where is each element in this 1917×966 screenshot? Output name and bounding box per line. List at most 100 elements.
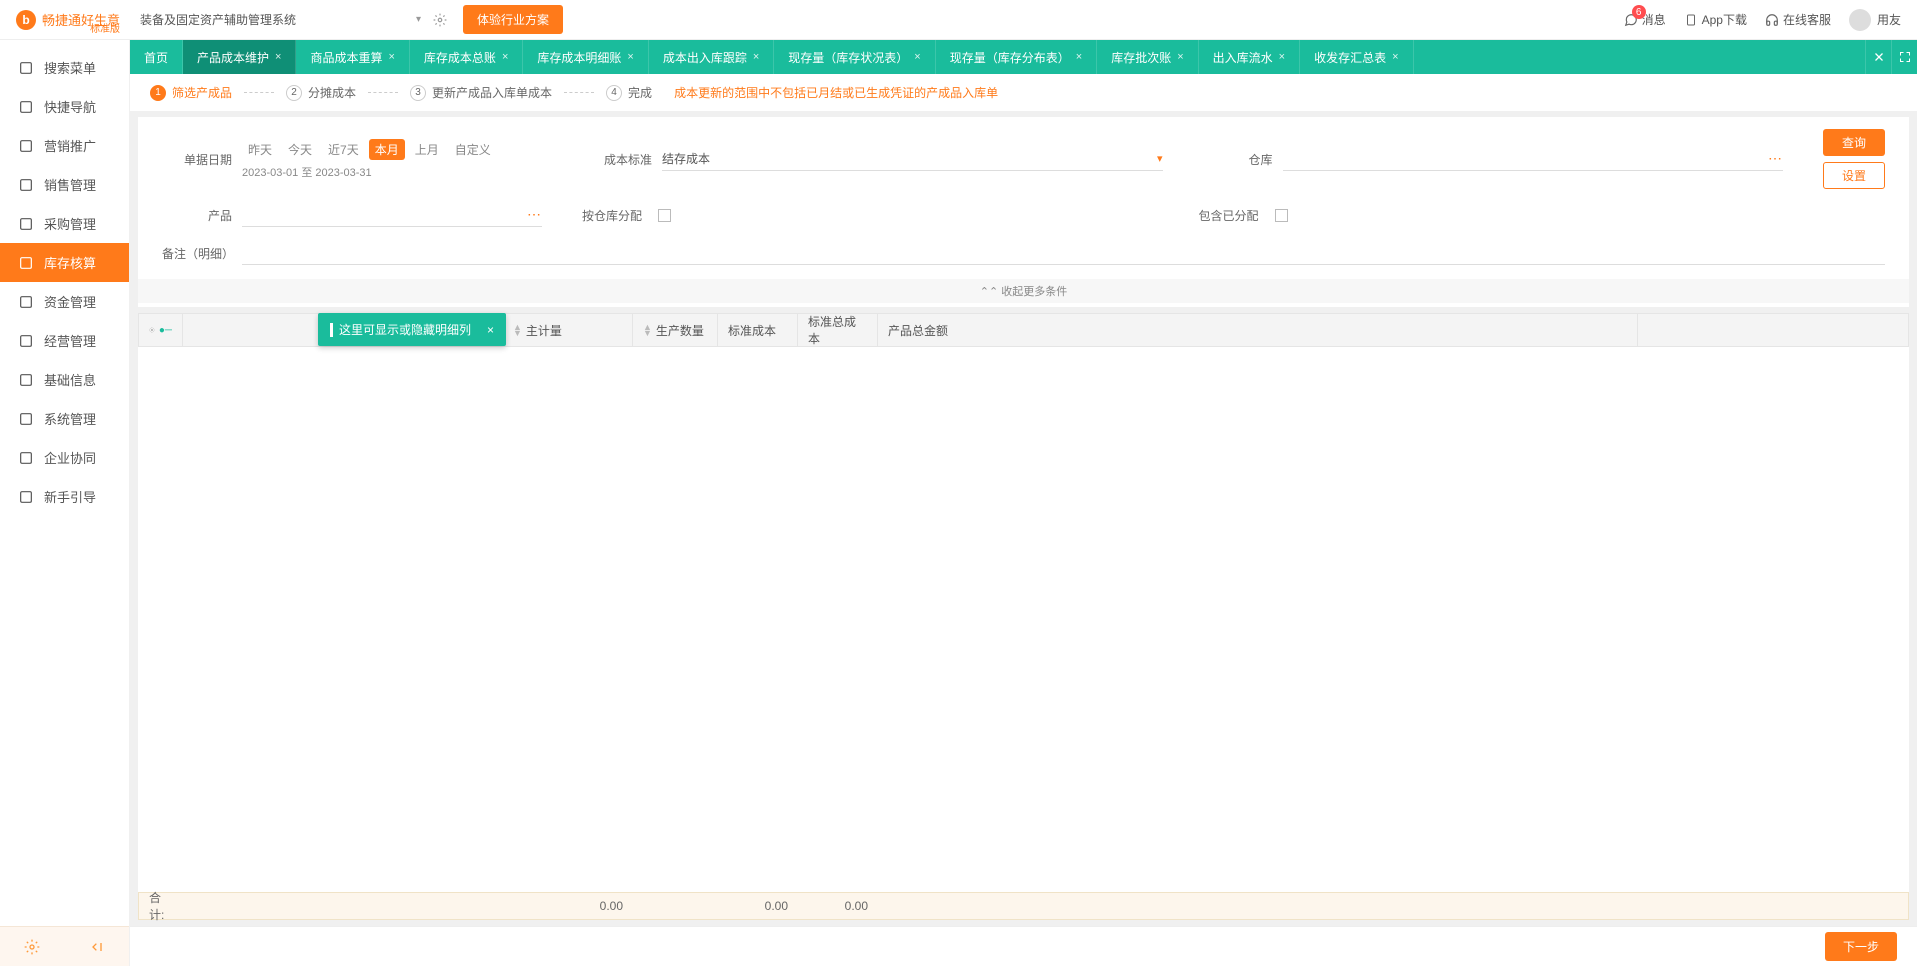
user-menu[interactable]: 用友 xyxy=(1849,9,1901,31)
tab-4[interactable]: 库存成本明细账 × xyxy=(523,40,648,74)
support-link[interactable]: 在线客服 xyxy=(1765,11,1831,28)
date-preset-5[interactable]: 自定义 xyxy=(449,139,497,160)
settings-icon[interactable] xyxy=(24,939,40,955)
toggle-icon: ●─ xyxy=(159,325,172,336)
step-divider xyxy=(368,92,398,93)
sidebar-item-label: 库存核算 xyxy=(44,253,96,272)
fullscreen-icon[interactable] xyxy=(1891,40,1917,74)
collapse-sidebar-icon[interactable] xyxy=(89,939,105,955)
close-tab-icon[interactable]: × xyxy=(502,51,508,63)
column-header-0[interactable]: ▲▼ 主计量 xyxy=(503,314,633,346)
sidebar-item-4[interactable]: 采购管理 xyxy=(0,204,129,243)
close-tab-icon[interactable]: × xyxy=(627,51,633,63)
column-header-1[interactable]: ▲▼ 生产数量 xyxy=(633,314,718,346)
sidebar-icon xyxy=(18,294,34,310)
close-popover-icon[interactable]: × xyxy=(487,323,494,337)
tab-label: 出入库流水 xyxy=(1213,49,1273,66)
tab-0[interactable]: 首页 xyxy=(130,40,183,74)
tab-10[interactable]: 收发存汇总表 × xyxy=(1300,40,1413,74)
date-preset-2[interactable]: 近7天 xyxy=(322,139,365,160)
close-all-tabs-icon[interactable] xyxy=(1865,40,1891,74)
column-label: 主计量 xyxy=(526,322,562,339)
step-warning-text: 成本更新的范围中不包括已月结或已生成凭证的产成品入库单 xyxy=(674,84,998,101)
settings-button[interactable]: 设置 xyxy=(1823,162,1885,189)
close-tab-icon[interactable]: × xyxy=(388,51,394,63)
sidebar-item-0[interactable]: 搜索菜单 xyxy=(0,48,129,87)
filter-panel: 单据日期 昨天今天近7天本月上月自定义 2023-03-01 至 2023-03… xyxy=(138,117,1909,307)
system-selector[interactable]: 装备及固定资产辅助管理系统 ▾ xyxy=(140,11,447,28)
sidebar-item-2[interactable]: 营销推广 xyxy=(0,126,129,165)
close-tab-icon[interactable]: × xyxy=(753,51,759,63)
date-presets: 昨天今天近7天本月上月自定义 xyxy=(242,139,542,160)
date-preset-3[interactable]: 本月 xyxy=(369,139,405,160)
collapse-toggle[interactable]: ⌃⌃ 收起更多条件 xyxy=(138,279,1909,303)
messages-link[interactable]: 消息 6 xyxy=(1624,11,1666,28)
sidebar-item-label: 快捷导航 xyxy=(44,97,96,116)
column-label: 产品总金额 xyxy=(888,322,948,339)
step-indicator: 1筛选产成品2分摊成本3更新产成品入库单成本4完成成本更新的范围中不包括已月结或… xyxy=(130,74,1917,111)
tab-label: 库存成本明细账 xyxy=(537,49,621,66)
tab-3[interactable]: 库存成本总账× xyxy=(410,40,523,74)
sidebar-item-6[interactable]: 资金管理 xyxy=(0,282,129,321)
sort-icon[interactable]: ▲▼ xyxy=(643,324,652,336)
close-tab-icon[interactable]: × xyxy=(914,51,920,63)
headset-icon xyxy=(1765,13,1779,27)
close-tab-icon[interactable]: × xyxy=(1279,51,1285,63)
tab-5[interactable]: 成本出入库跟踪× xyxy=(649,40,774,74)
industry-plan-button[interactable]: 体验行业方案 xyxy=(463,5,563,34)
column-header-2[interactable]: 标准成本 xyxy=(718,314,798,346)
tab-7[interactable]: 现存量（库存分布表）× xyxy=(936,40,1097,74)
sidebar-item-9[interactable]: 系统管理 xyxy=(0,399,129,438)
remark-input[interactable] xyxy=(242,241,1885,265)
sidebar-item-10[interactable]: 企业协同 xyxy=(0,438,129,477)
column-header-3[interactable]: 标准总成本 xyxy=(798,314,878,346)
bottom-bar: 下一步 xyxy=(130,926,1917,966)
remark-label: 备注（明细） xyxy=(162,245,232,262)
user-label: 用友 xyxy=(1877,11,1901,28)
sidebar-item-3[interactable]: 销售管理 xyxy=(0,165,129,204)
next-button[interactable]: 下一步 xyxy=(1825,932,1897,961)
sort-icon[interactable]: ▲▼ xyxy=(513,324,522,336)
include-allocated-checkbox[interactable] xyxy=(1275,209,1288,222)
date-preset-1[interactable]: 今天 xyxy=(282,139,318,160)
tab-9[interactable]: 出入库流水 × xyxy=(1199,40,1300,74)
sidebar-item-5[interactable]: 库存核算 xyxy=(0,243,129,282)
sidebar-icon xyxy=(18,255,34,271)
column-label: 生产数量 xyxy=(656,322,704,339)
include-allocated-label: 包含已分配 xyxy=(1199,207,1259,224)
date-preset-4[interactable]: 上月 xyxy=(409,139,445,160)
warehouse-select[interactable]: ⋯ xyxy=(1283,147,1784,171)
sidebar-item-11[interactable]: 新手引导 xyxy=(0,477,129,516)
sidebar-item-label: 销售管理 xyxy=(44,175,96,194)
sidebar-item-label: 采购管理 xyxy=(44,214,96,233)
query-button[interactable]: 查询 xyxy=(1823,129,1885,156)
sidebar-icon xyxy=(18,411,34,427)
sidebar-icon xyxy=(18,138,34,154)
close-tab-icon[interactable]: × xyxy=(1392,51,1398,63)
column-config-header[interactable]: ●─ xyxy=(139,314,183,346)
messages-badge: 6 xyxy=(1632,5,1646,19)
tab-8[interactable]: 库存批次账 × xyxy=(1097,40,1198,74)
gear-icon[interactable] xyxy=(433,13,447,27)
sidebar-item-8[interactable]: 基础信息 xyxy=(0,360,129,399)
more-icon: ⋯ xyxy=(527,206,542,223)
sidebar-item-7[interactable]: 经营管理 xyxy=(0,321,129,360)
app-download-label: App下载 xyxy=(1702,11,1747,28)
close-tab-icon[interactable]: × xyxy=(275,51,281,63)
tab-label: 收发存汇总表 xyxy=(1314,49,1386,66)
alloc-by-wh-checkbox[interactable] xyxy=(658,209,671,222)
column-header-4[interactable]: 产品总金额 xyxy=(878,314,1638,346)
tab-1[interactable]: 产品成本维护× xyxy=(183,40,296,74)
product-select[interactable]: ⋯ xyxy=(242,203,542,227)
sidebar-item-1[interactable]: 快捷导航 xyxy=(0,87,129,126)
data-table: ●─ ▲▼主计量▲▼生产数量标准成本标准总成本产品总金额 这里可显示或隐藏明细列… xyxy=(138,313,1909,920)
step-number: 2 xyxy=(286,85,302,101)
tab-label: 库存批次账 xyxy=(1111,49,1171,66)
date-preset-0[interactable]: 昨天 xyxy=(242,139,278,160)
tab-6[interactable]: 现存量（库存状况表）× xyxy=(774,40,935,74)
app-download-link[interactable]: App下载 xyxy=(1684,11,1747,28)
tab-2[interactable]: 商品成本重算× xyxy=(296,40,409,74)
close-tab-icon[interactable]: × xyxy=(1177,51,1183,63)
close-tab-icon[interactable]: × xyxy=(1076,51,1082,63)
cost-std-select[interactable]: 结存成本 ▾ xyxy=(662,147,1163,171)
